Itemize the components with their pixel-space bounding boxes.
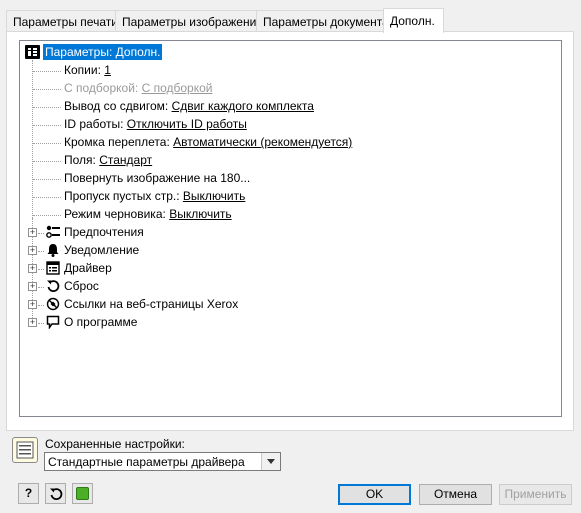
setting-rotate-180[interactable]: Повернуть изображение на 180... — [64, 170, 250, 187]
tree-node-preferences[interactable]: Предпочтения — [64, 224, 144, 241]
tree-node-driver[interactable]: Драйвер — [64, 260, 112, 277]
setting-value[interactable]: 1 — [104, 63, 111, 77]
setting-binding-edge[interactable]: Кромка переплета: Автоматически (рекомен… — [64, 134, 352, 151]
setting-value[interactable]: Стандарт — [99, 153, 152, 167]
saved-settings-label: Сохраненные настройки: — [45, 437, 185, 451]
setting-margins[interactable]: Поля: Стандарт — [64, 152, 152, 169]
cancel-button[interactable]: Отмена — [419, 484, 492, 505]
setting-label: Режим черновика: — [64, 207, 166, 221]
setting-label: Кромка переплета: — [64, 135, 170, 149]
status-green-icon — [76, 487, 89, 500]
tree-node-notification[interactable]: Уведомление — [64, 242, 139, 259]
setting-draft-mode[interactable]: Режим черновика: Выключить — [64, 206, 232, 223]
tree-node-reset[interactable]: Сброс — [64, 278, 99, 295]
ok-button[interactable]: OK — [338, 484, 411, 505]
setting-offset-output[interactable]: Вывод со сдвигом: Сдвиг каждого комплект… — [64, 98, 314, 115]
saved-settings-select[interactable]: Стандартные параметры драйвера — [44, 452, 281, 471]
expand-toggle[interactable]: + — [28, 282, 37, 291]
setting-label: С подборкой: — [64, 81, 139, 95]
tab-print-settings[interactable]: Параметры печати — [6, 10, 118, 32]
bell-icon — [47, 244, 59, 257]
expand-toggle[interactable]: + — [28, 246, 37, 255]
setting-value[interactable]: Выключить — [169, 207, 231, 221]
tree-node-about[interactable]: О программе — [64, 314, 137, 331]
setting-value[interactable]: Автоматически (рекомендуется) — [173, 135, 352, 149]
status-button[interactable] — [72, 483, 93, 504]
tab-document-settings[interactable]: Параметры документа — [256, 10, 389, 32]
tab-advanced[interactable]: Дополн. — [383, 8, 444, 33]
setting-label: ID работы: — [64, 117, 124, 131]
setting-label: Вывод со сдвигом: — [64, 99, 169, 113]
setting-label: Пропуск пустых стр.: — [64, 189, 180, 203]
setting-label[interactable]: Повернуть изображение на 180... — [64, 171, 250, 185]
chevron-down-icon[interactable] — [261, 453, 280, 470]
expand-toggle[interactable]: + — [28, 300, 37, 309]
saved-settings-icon — [12, 437, 38, 463]
tree-node-xerox-links[interactable]: Ссылки на веб-страницы Xerox — [64, 296, 238, 313]
setting-value[interactable]: Сдвиг каждого комплекта — [172, 99, 314, 113]
saved-settings-value: Стандартные параметры драйвера — [48, 455, 245, 469]
setting-label: Копии: — [64, 63, 101, 77]
setting-value: С подборкой — [141, 81, 213, 95]
setting-value[interactable]: Выключить — [183, 189, 245, 203]
tab-image-settings[interactable]: Параметры изображения — [115, 10, 263, 32]
tree-root-label[interactable]: Параметры: Дополн. — [43, 44, 163, 60]
setting-skip-blank-pages[interactable]: Пропуск пустых стр.: Выключить — [64, 188, 245, 205]
help-button[interactable]: ? — [18, 483, 39, 504]
reset-defaults-button[interactable] — [45, 483, 66, 504]
reset-icon — [49, 488, 62, 500]
setting-copies[interactable]: Копии: 1 — [64, 62, 111, 79]
speech-bubble-icon — [46, 315, 60, 329]
root-settings-icon — [25, 45, 40, 59]
setting-job-id[interactable]: ID работы: Отключить ID работы — [64, 116, 247, 133]
expand-toggle[interactable]: + — [28, 264, 37, 273]
settings-tree[interactable]: Параметры: Дополн. Копии: 1 С подборкой:… — [19, 40, 562, 417]
driver-icon — [46, 261, 60, 275]
web-link-icon — [46, 297, 60, 311]
reset-icon — [47, 280, 60, 292]
expand-toggle[interactable]: + — [28, 318, 37, 327]
apply-button[interactable]: Применить — [499, 484, 572, 505]
preferences-icon — [46, 225, 60, 238]
setting-label: Поля: — [64, 153, 96, 167]
expand-toggle[interactable]: + — [28, 228, 37, 237]
setting-value[interactable]: Отключить ID работы — [127, 117, 247, 131]
setting-collate: С подборкой: С подборкой — [64, 80, 212, 97]
tab-panel: Параметры: Дополн. Копии: 1 С подборкой:… — [6, 31, 574, 431]
